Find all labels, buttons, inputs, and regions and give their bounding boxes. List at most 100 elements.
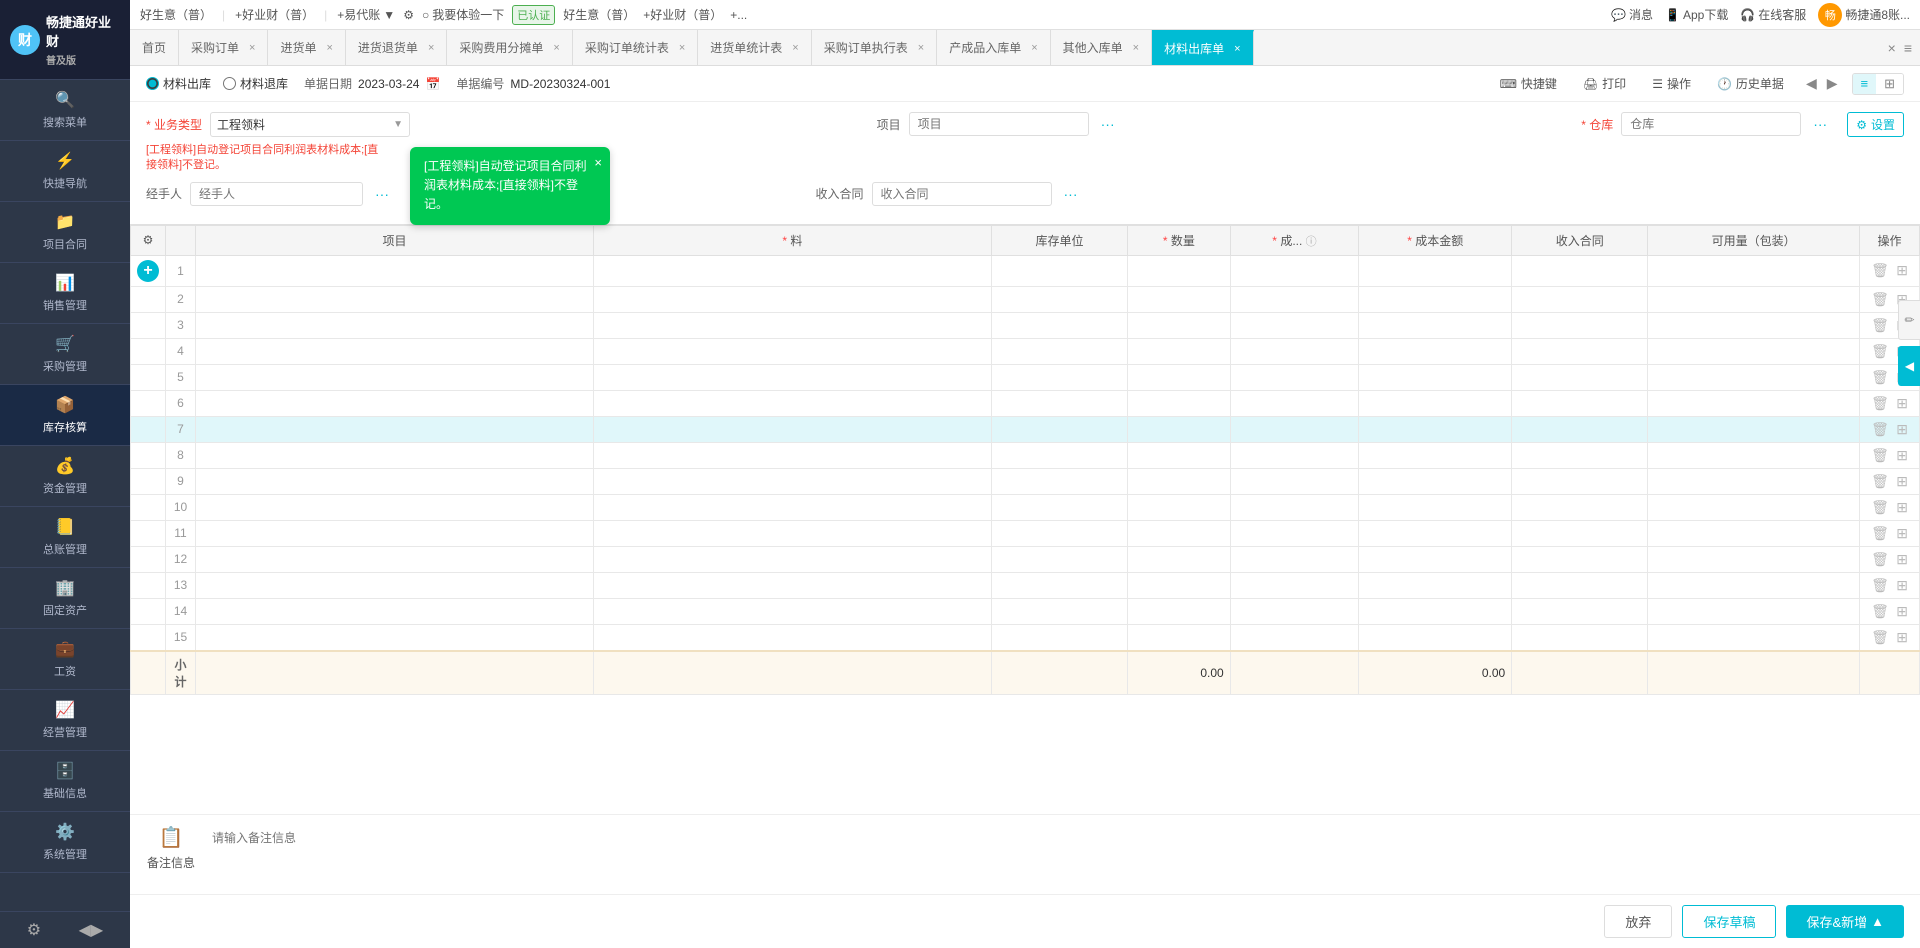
- td-quantity-3[interactable]: [1128, 312, 1231, 338]
- td-cost-price-15[interactable]: [1230, 624, 1359, 651]
- td-cost-price-13[interactable]: [1230, 572, 1359, 598]
- td-quantity-9[interactable]: [1128, 468, 1231, 494]
- td-revenue-contract-5[interactable]: [1512, 364, 1648, 390]
- biz-type-select[interactable]: 工程领料 ▼: [210, 112, 410, 137]
- td-quantity-7[interactable]: [1128, 416, 1231, 442]
- delete-row-3-icon[interactable]: 🗑: [1871, 317, 1889, 333]
- top-nav-easy-agent[interactable]: +易代账 ▼: [337, 6, 395, 23]
- td-available-13[interactable]: [1648, 572, 1860, 598]
- td-project-5[interactable]: [196, 364, 594, 390]
- delete-row-1-icon[interactable]: 🗑: [1871, 262, 1889, 278]
- td-quantity-10[interactable]: [1128, 494, 1231, 520]
- td-cost-price-2[interactable]: [1230, 286, 1359, 312]
- td-quantity-8[interactable]: [1128, 442, 1231, 468]
- td-revenue-contract-2[interactable]: [1512, 286, 1648, 312]
- td-cost-price-7[interactable]: [1230, 416, 1359, 442]
- sidebar-item-project[interactable]: 📁 项目合同: [0, 202, 130, 263]
- td-cost-price-6[interactable]: [1230, 390, 1359, 416]
- tab-purchase-order[interactable]: 采购订单 ×: [179, 30, 268, 65]
- td-cost-amount-3[interactable]: [1359, 312, 1512, 338]
- td-cost-amount-11[interactable]: [1359, 520, 1512, 546]
- td-stock-unit-12[interactable]: [991, 546, 1127, 572]
- td-quantity-6[interactable]: [1128, 390, 1231, 416]
- td-available-8[interactable]: [1648, 442, 1860, 468]
- td-cost-amount-6[interactable]: [1359, 390, 1512, 416]
- tab-material-out[interactable]: 材料出库单 ×: [1152, 30, 1253, 65]
- tab-purchase-fee-close[interactable]: ×: [553, 42, 559, 54]
- td-stock-unit-13[interactable]: [991, 572, 1127, 598]
- td-cost-amount-1[interactable]: [1359, 255, 1512, 286]
- td-quantity-13[interactable]: [1128, 572, 1231, 598]
- delete-row-11-icon[interactable]: 🗑: [1871, 525, 1889, 541]
- tab-purchase-fee[interactable]: 采购费用分摊单 ×: [447, 30, 572, 65]
- copy-row-1-icon[interactable]: ⊞: [1896, 262, 1908, 278]
- tab-product-in-close[interactable]: ×: [1031, 42, 1037, 54]
- td-material-10[interactable]: [593, 494, 991, 520]
- close-tab-icon[interactable]: ×: [1888, 40, 1896, 56]
- td-quantity-5[interactable]: [1128, 364, 1231, 390]
- collapse-sidebar-icon[interactable]: ◀▶: [79, 920, 104, 940]
- shortcut-btn[interactable]: ⌨ 快捷键: [1492, 72, 1565, 95]
- sidebar-item-search[interactable]: 🔍 搜索菜单: [0, 80, 130, 141]
- td-material-1[interactable]: [593, 255, 991, 286]
- delete-row-14-icon[interactable]: 🗑: [1871, 603, 1889, 619]
- td-stock-unit-8[interactable]: [991, 442, 1127, 468]
- tab-purchase-exec[interactable]: 采购订单执行表 ×: [812, 30, 937, 65]
- td-revenue-contract-8[interactable]: [1512, 442, 1648, 468]
- td-cost-amount-10[interactable]: [1359, 494, 1512, 520]
- td-cost-amount-13[interactable]: [1359, 572, 1512, 598]
- project-ellipsis-icon[interactable]: ···: [1101, 116, 1115, 132]
- td-cost-amount-15[interactable]: [1359, 624, 1512, 651]
- sidebar-item-purchase[interactable]: 🛒 采购管理: [0, 324, 130, 385]
- revenue-contract-input[interactable]: [872, 182, 1052, 206]
- sidebar-item-payroll[interactable]: 💼 工资: [0, 629, 130, 690]
- td-available-2[interactable]: [1648, 286, 1860, 312]
- radio-material-out[interactable]: 材料出库: [146, 75, 211, 92]
- td-material-5[interactable]: [593, 364, 991, 390]
- save-new-button[interactable]: 保存&新增 ▲: [1786, 905, 1904, 938]
- td-cost-price-5[interactable]: [1230, 364, 1359, 390]
- tab-goods-in-close[interactable]: ×: [326, 42, 332, 54]
- delete-row-9-icon[interactable]: 🗑: [1871, 473, 1889, 489]
- sidebar-item-inventory[interactable]: 📦 库存核算: [0, 385, 130, 446]
- td-project-9[interactable]: [196, 468, 594, 494]
- user-info[interactable]: 畅 畅捷通8账...: [1818, 3, 1910, 27]
- td-material-12[interactable]: [593, 546, 991, 572]
- td-project-6[interactable]: [196, 390, 594, 416]
- delete-row-8-icon[interactable]: 🗑: [1871, 447, 1889, 463]
- td-material-15[interactable]: [593, 624, 991, 651]
- td-cost-amount-5[interactable]: [1359, 364, 1512, 390]
- td-material-8[interactable]: [593, 442, 991, 468]
- sidebar-item-ledger[interactable]: 📒 总账管理: [0, 507, 130, 568]
- print-btn[interactable]: 🖨 打印: [1575, 72, 1634, 95]
- next-record-icon[interactable]: ▶: [1823, 73, 1842, 94]
- copy-row-10-icon[interactable]: ⊞: [1896, 499, 1908, 515]
- delete-row-7-icon[interactable]: 🗑: [1871, 421, 1889, 437]
- radio-material-return[interactable]: 材料退库: [223, 75, 288, 92]
- td-revenue-contract-13[interactable]: [1512, 572, 1648, 598]
- td-available-12[interactable]: [1648, 546, 1860, 572]
- sidebar-item-ops[interactable]: 📈 经营管理: [0, 690, 130, 751]
- top-nav-good-biz[interactable]: 好生意（普）: [140, 6, 212, 23]
- more-tabs-icon[interactable]: ≡: [1904, 40, 1912, 56]
- td-revenue-contract-3[interactable]: [1512, 312, 1648, 338]
- td-project-14[interactable]: [196, 598, 594, 624]
- td-project-1[interactable]: [196, 255, 594, 286]
- online-service-btn[interactable]: 🎧 在线客服: [1740, 6, 1806, 23]
- project-input[interactable]: [909, 112, 1089, 136]
- td-available-14[interactable]: [1648, 598, 1860, 624]
- td-quantity-2[interactable]: [1128, 286, 1231, 312]
- delete-row-5-icon[interactable]: 🗑: [1871, 369, 1889, 385]
- td-cost-amount-9[interactable]: [1359, 468, 1512, 494]
- tab-goods-in[interactable]: 进货单 ×: [268, 30, 345, 65]
- copy-row-6-icon[interactable]: ⊞: [1896, 395, 1908, 411]
- td-cost-amount-2[interactable]: [1359, 286, 1512, 312]
- td-material-14[interactable]: [593, 598, 991, 624]
- td-material-11[interactable]: [593, 520, 991, 546]
- td-available-1[interactable]: [1648, 255, 1860, 286]
- td-revenue-contract-12[interactable]: [1512, 546, 1648, 572]
- tab-goods-in-stat-close[interactable]: ×: [792, 42, 798, 54]
- delete-row-15-icon[interactable]: 🗑: [1871, 629, 1889, 645]
- td-revenue-contract-1[interactable]: [1512, 255, 1648, 286]
- handler-ellipsis-icon[interactable]: ···: [375, 186, 389, 202]
